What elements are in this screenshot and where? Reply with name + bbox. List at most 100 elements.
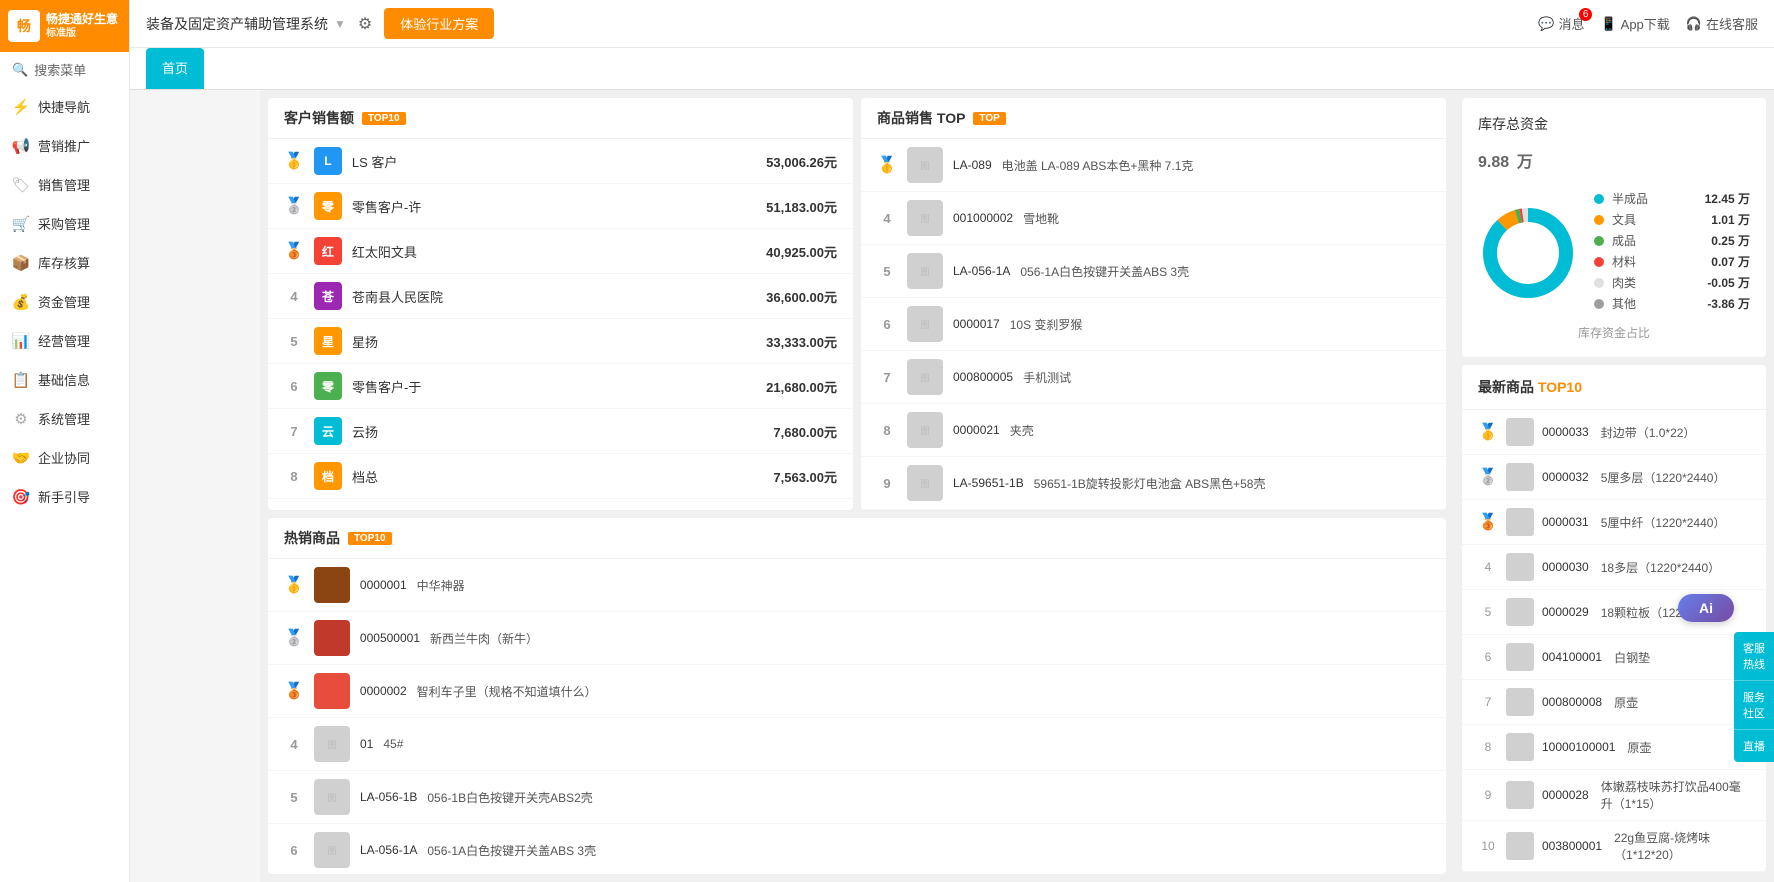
sidebar-item-quick[interactable]: ⚡ 快捷导航 [0,87,129,126]
product-sold-header: 商品销售 TOP TOP [861,98,1446,139]
table-row: 4 图 001000002 雪地靴 [861,192,1446,245]
sidebar-item-marketing[interactable]: 📢 营销推广 [0,126,129,165]
ai-float-button[interactable]: Ai [1678,594,1734,622]
sidebar-logo: 畅 畅捷通好生意 标准版 [0,0,129,52]
product-image [1506,781,1534,809]
product-name: 雪地靴 [1023,210,1430,227]
product-image: 图 [907,253,943,289]
sidebar-item-system[interactable]: ⚙ 系统管理 [0,399,129,438]
sidebar-item-coop[interactable]: 🤝 企业协同 [0,438,129,477]
table-row: 6 零 零售客户-于 21,680.00元 [268,364,853,409]
list-item: 🥉 0000002 智利车子里（规格不知道填什么） [268,665,1446,718]
product-image [1506,598,1534,626]
product-name: 59651-1B旋转投影灯电池盒 ABS黑色+58壳 [1034,475,1430,492]
tab-home[interactable]: 首页 [146,48,204,89]
product-image [314,567,350,603]
app-download-item[interactable]: 📱 App下载 [1600,14,1669,33]
sidebar-search[interactable]: 🔍 搜索菜单 [0,52,129,87]
product-code: 003800001 [1542,839,1602,853]
product-code: LA-056-1B [360,790,417,804]
legend-item: 肉类 -0.05 万 [1594,274,1750,291]
sidebar-nav: 🔍 搜索菜单 ⚡ 快捷导航 📢 营销推广 🏷 销售管理 🛒 采购管理 📦 库存核… [0,52,129,882]
legend-label-text: 材料 [1612,253,1636,270]
product-image: 图 [907,200,943,236]
sidebar-item-inventory[interactable]: 📦 库存核算 [0,243,129,282]
left-panel [130,90,260,882]
live-stream-button[interactable]: 直播 [1734,730,1774,762]
mobile-icon: 📱 [1600,16,1616,32]
customer-sales-header: 客户销售额 TOP10 [268,98,853,139]
sidebar-item-operation[interactable]: 📊 经营管理 [0,321,129,360]
customer-name: 云扬 [352,422,763,441]
donut-chart [1478,203,1578,303]
product-image [1506,553,1534,581]
inventory-icon: 📦 [12,254,30,272]
table-row: 9 图 LA-59651-1B 59651-1B旋转投影灯电池盒 ABS黑色+5… [861,457,1446,510]
legend-value: -0.05 万 [1707,274,1750,291]
avatar: L [314,147,342,175]
product-code: 10000100001 [1542,740,1615,754]
table-row: 🥇 图 LA-089 电池盖 LA-089 ABS本色+黑种 7.1克 [861,139,1446,192]
product-image [1506,643,1534,671]
legend-label-text: 其他 [1612,295,1636,312]
rank-number: 6 [284,379,304,394]
sidebar-item-finance[interactable]: 💰 资金管理 [0,282,129,321]
inventory-legend: 半成品 12.45 万 文具 1.01 万 [1594,190,1750,316]
list-item: 🥈 000500001 新西兰牛肉（新牛） [268,612,1446,665]
service-community-button[interactable]: 服务社区 [1734,681,1774,730]
product-code: 000800008 [1542,695,1602,709]
product-code: 0000029 [1542,605,1589,619]
product-code: 0000001 [360,578,407,592]
sidebar-item-base[interactable]: 📋 基础信息 [0,360,129,399]
inventory-value: 9.88 万 [1478,142,1750,174]
rank-number: 6 [284,843,304,858]
sidebar-item-sales[interactable]: 🏷 销售管理 [0,165,129,204]
product-code: 0000031 [1542,515,1589,529]
product-name: 夹壳 [1010,422,1430,439]
settings-icon[interactable]: ⚙ [358,14,372,34]
sidebar-item-purchase[interactable]: 🛒 采购管理 [0,204,129,243]
product-name: 中华神器 [417,577,1430,594]
system-name: 装备及固定资产辅助管理系统 ▼ [146,14,346,34]
rank-number: 8 [1478,740,1498,754]
customer-name: 零售客户-于 [352,377,756,396]
customer-value: 21,680.00元 [766,377,837,396]
float-buttons: 客服热线 服务社区 直播 [1734,632,1774,762]
legend-label-text: 文具 [1612,211,1636,228]
rank-number: 4 [877,211,897,226]
gold-medal-icon: 🥇 [284,151,304,171]
legend-dot [1594,278,1604,288]
main-area: 装备及固定资产辅助管理系统 ▼ ⚙ 体验行业方案 💬 消息 6 📱 App下载 … [130,0,1774,882]
gold-medal-icon: 🥇 [284,575,304,595]
table-row: 8 图 0000021 夹壳 [861,404,1446,457]
customer-service-button[interactable]: 客服热线 [1734,632,1774,681]
product-code: LA-056-1A [953,264,1010,278]
sidebar-item-label: 库存核算 [38,253,90,272]
rank-number: 4 [284,289,304,304]
product-code: 0000032 [1542,470,1589,484]
online-service-item[interactable]: 🎧 在线客服 [1686,14,1758,33]
table-row: 🥈 零 零售客户-许 51,183.00元 [268,184,853,229]
inventory-panel: 库存总资金 9.88 万 [1462,98,1766,357]
customer-sales-list: 🥇 L LS 客户 53,006.26元 🥈 零 零售客户-许 51,183.0… [268,139,853,510]
product-image: 图 [907,465,943,501]
bronze-medal-icon: 🥉 [1478,512,1498,532]
product-name: 056-1B白色按键开关壳ABS2壳 [427,789,1430,806]
hot-products-title: 热销商品 TOP10 [284,528,392,548]
message-item[interactable]: 💬 消息 6 [1538,14,1584,33]
table-row: 6 图 0000017 10S 变刹罗猴 [861,298,1446,351]
logo-sub: 标准版 [46,27,118,40]
customer-value: 53,006.26元 [766,152,837,171]
legend-label-text: 半成品 [1612,190,1648,207]
product-image [1506,463,1534,491]
customer-name: 苍南县人民医院 [352,287,756,306]
rank-number: 6 [877,317,897,332]
list-item: 🥇 0000001 中华神器 [268,559,1446,612]
trial-button[interactable]: 体验行业方案 [384,8,494,39]
list-item: 6 图 LA-056-1A 056-1A白色按键开关盖ABS 3壳 [268,824,1446,874]
hot-products-title-text: 热销商品 [284,528,340,548]
ai-label: Ai [1699,600,1713,616]
app-label: App下载 [1621,14,1670,33]
sidebar-item-guide[interactable]: 🎯 新手引导 [0,477,129,516]
list-item: 9 0000028 体嫩荔枝味苏打饮品400毫升（1*15） [1462,770,1766,821]
